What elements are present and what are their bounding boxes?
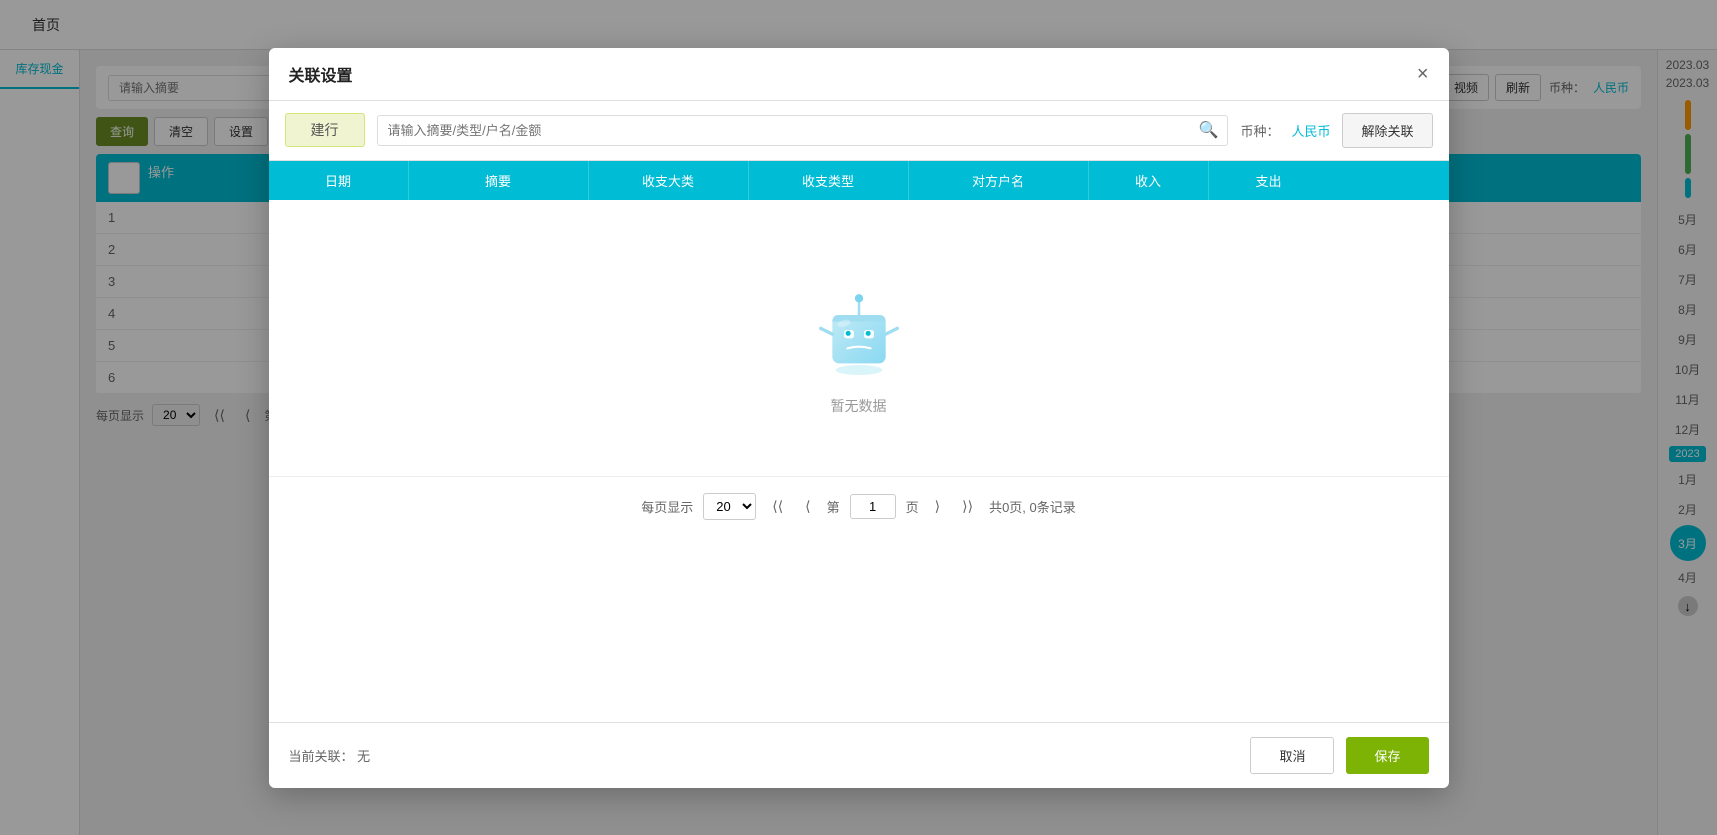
footer-buttons: 取消 保存 bbox=[1250, 737, 1428, 774]
modal-search-area: 建行 🔍 币种： 人民币 解除关联 bbox=[269, 101, 1449, 161]
modal-title: 关联设置 bbox=[289, 62, 353, 86]
modal-header: 关联设置 × bbox=[269, 48, 1449, 101]
search-input-wrap: 🔍 bbox=[377, 115, 1229, 146]
th-income-expense-category: 收支大类 bbox=[589, 161, 749, 200]
page-number-input[interactable] bbox=[850, 494, 896, 519]
save-button[interactable]: 保存 bbox=[1346, 737, 1428, 774]
unlink-button[interactable]: 解除关联 bbox=[1342, 113, 1432, 148]
modal-body: 建行 🔍 币种： 人民币 解除关联 日期 摘要 收支大类 收支类型 对方户名 收… bbox=[269, 101, 1449, 722]
bank-tag: 建行 bbox=[285, 113, 365, 147]
empty-state: 暂无数据 bbox=[269, 200, 1449, 476]
th-income-expense-type: 收支类型 bbox=[749, 161, 909, 200]
current-link-info: 当前关联： 无 bbox=[289, 746, 371, 765]
search-icon: 🔍 bbox=[1199, 120, 1219, 140]
per-page-label: 每页显示 bbox=[641, 497, 693, 516]
empty-text: 暂无数据 bbox=[831, 396, 887, 416]
modal-currency-value: 人民币 bbox=[1291, 121, 1330, 140]
page-suffix: 页 bbox=[906, 497, 919, 516]
cancel-button[interactable]: 取消 bbox=[1250, 737, 1334, 774]
th-summary: 摘要 bbox=[409, 161, 589, 200]
first-page-button[interactable]: ⟨⟨ bbox=[766, 496, 789, 517]
th-expense: 支出 bbox=[1209, 161, 1329, 200]
page-total: 共0页, 0条记录 bbox=[989, 497, 1076, 516]
last-page-button[interactable]: ⟩⟩ bbox=[956, 496, 979, 517]
th-counterparty: 对方户名 bbox=[909, 161, 1089, 200]
next-page-button[interactable]: ⟩ bbox=[929, 496, 946, 517]
current-link-value: 无 bbox=[357, 749, 370, 764]
th-income: 收入 bbox=[1089, 161, 1209, 200]
per-page-select[interactable]: 20 bbox=[703, 493, 756, 520]
th-date: 日期 bbox=[269, 161, 409, 200]
modal-associate-settings: 关联设置 × 建行 🔍 币种： 人民币 解除关联 日期 摘要 收支大类 bbox=[269, 48, 1449, 788]
modal-pagination: 每页显示 20 ⟨⟨ ⟨ 第 页 ⟩ ⟩⟩ 共0页, 0条记录 bbox=[269, 476, 1449, 536]
prev-page-button[interactable]: ⟨ bbox=[799, 496, 816, 517]
modal-search-input[interactable] bbox=[377, 115, 1229, 146]
modal-currency-label: 币种： bbox=[1240, 121, 1279, 140]
modal-table-header: 日期 摘要 收支大类 收支类型 对方户名 收入 支出 bbox=[269, 161, 1449, 200]
page-label: 第 bbox=[827, 497, 840, 516]
current-link-label: 当前关联： bbox=[289, 749, 354, 764]
modal-close-button[interactable]: × bbox=[1417, 64, 1429, 84]
modal-overlay: 关联设置 × 建行 🔍 币种： 人民币 解除关联 日期 摘要 收支大类 bbox=[0, 0, 1717, 835]
empty-icon bbox=[809, 280, 909, 380]
modal-footer: 当前关联： 无 取消 保存 bbox=[269, 722, 1449, 788]
